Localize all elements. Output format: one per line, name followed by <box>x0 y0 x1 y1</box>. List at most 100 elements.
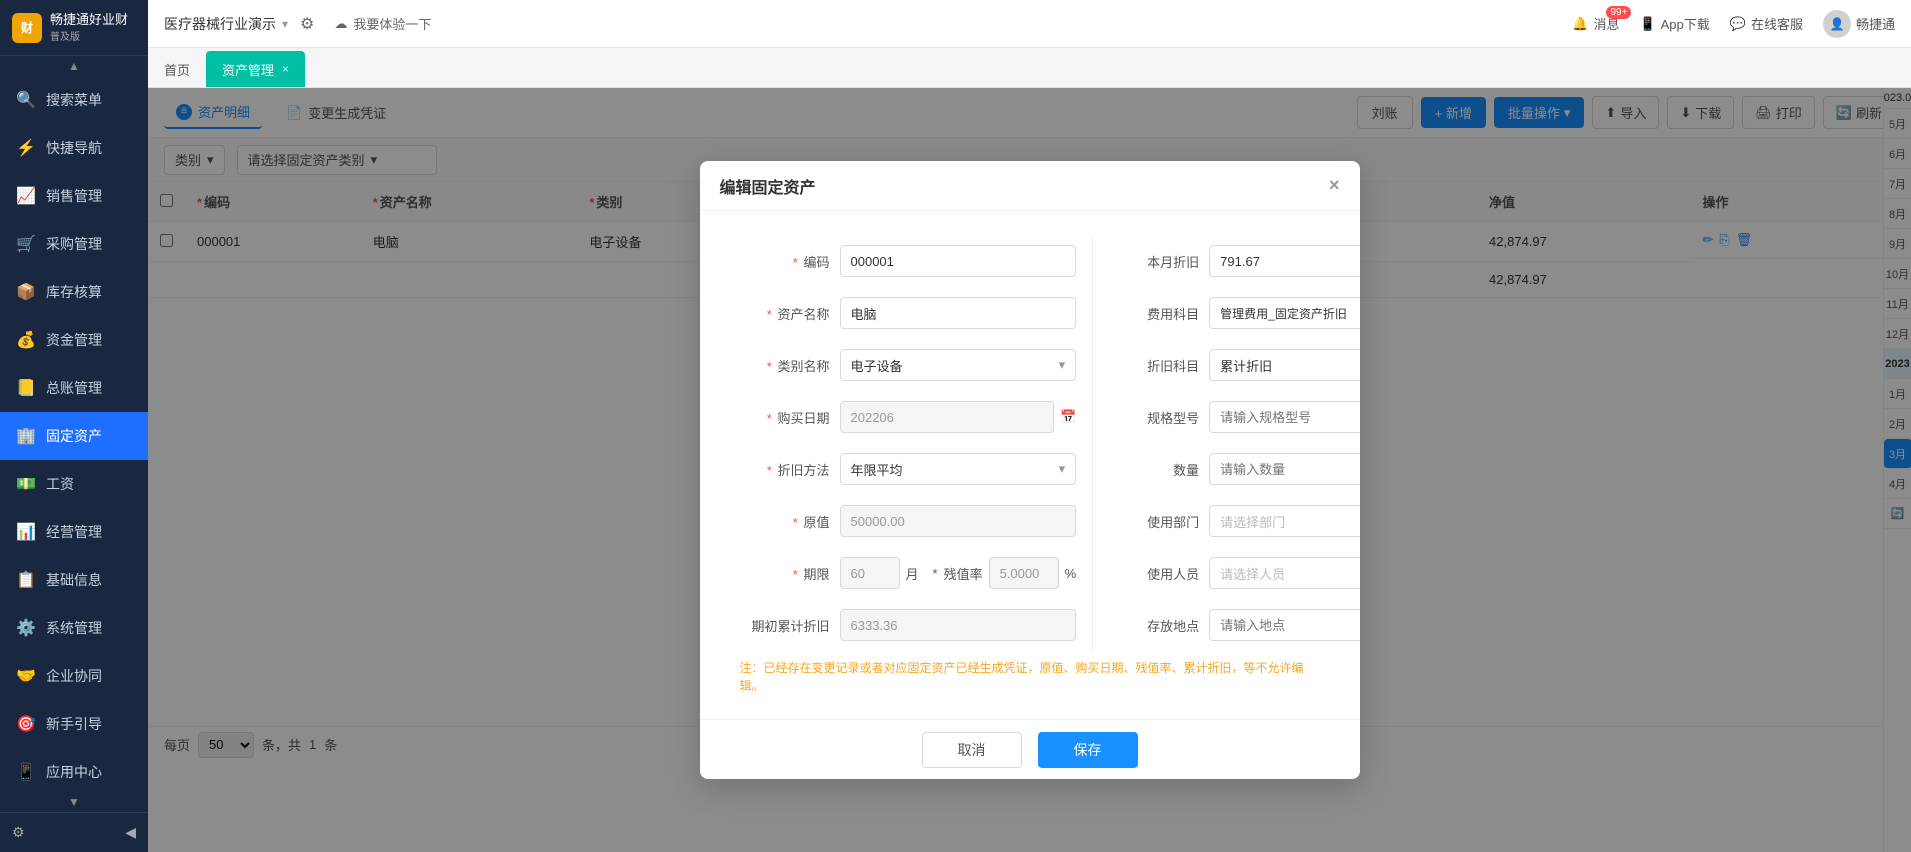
form-row-purchase-date: * 购买日期 📅 <box>724 391 1093 443</box>
basic-info-icon: 📋 <box>16 570 36 590</box>
original-value-input[interactable] <box>840 505 1077 537</box>
user-profile-button[interactable]: 👤 畅捷通 <box>1823 10 1895 38</box>
code-input[interactable] <box>840 245 1077 277</box>
modal-overlay: 编辑固定资产 × * 编码 <box>148 88 1911 852</box>
cancel-button[interactable]: 取消 <box>922 732 1022 768</box>
monthly-dep-label: 本月折旧 <box>1147 255 1199 270</box>
sidebar-item-basic-info[interactable]: 📋 基础信息 <box>0 556 148 604</box>
sidebar-item-search[interactable]: 🔍 搜索菜单 <box>0 76 148 124</box>
settings-icon[interactable]: ⚙ <box>12 824 25 841</box>
initial-dep-input[interactable] <box>840 609 1077 641</box>
funds-icon: 💰 <box>16 330 36 350</box>
spec-label: 规格型号 <box>1147 411 1199 426</box>
modal-header: 编辑固定资产 × <box>700 161 1360 211</box>
sidebar-item-purchase[interactable]: 🛒 采购管理 <box>0 220 148 268</box>
residual-rate-label: 残值率 <box>944 564 983 583</box>
location-input[interactable] <box>1209 609 1359 641</box>
fixed-assets-icon: 🏢 <box>16 426 36 446</box>
modal-body: * 编码 * 资产名称 <box>700 211 1360 719</box>
department-placeholder: 请选择部门 <box>1220 512 1285 531</box>
code-label: 编码 <box>803 255 829 270</box>
period-input[interactable] <box>840 557 900 589</box>
inventory-icon: 📦 <box>16 282 36 302</box>
asset-name-input[interactable] <box>840 297 1077 329</box>
sidebar-item-label: 搜索菜单 <box>46 90 102 110</box>
form-right-col: 本月折旧 费用科目 管理费用_固定资产折旧 <box>1092 235 1359 651</box>
sidebar-item-quick-nav[interactable]: ⚡ 快捷导航 <box>0 124 148 172</box>
location-label: 存放地点 <box>1147 619 1199 634</box>
app-edition: 普及版 <box>50 28 128 43</box>
save-button[interactable]: 保存 <box>1038 732 1138 768</box>
sidebar-item-enterprise[interactable]: 🤝 企业协同 <box>0 652 148 700</box>
main-content: 医疗器械行业演示 ▾ ⚙ ☁ 我要体验一下 🔔 消息 99+ 📱 App下载 💬… <box>148 0 1911 852</box>
sidebar-item-app-center[interactable]: 📱 应用中心 <box>0 748 148 792</box>
quantity-input[interactable] <box>1209 453 1359 485</box>
sidebar-item-system[interactable]: ⚙️ 系统管理 <box>0 604 148 652</box>
tab-close-icon[interactable]: × <box>282 62 289 76</box>
sidebar-item-guide[interactable]: 🎯 新手引导 <box>0 700 148 748</box>
tabs-bar: 首页 资产管理 × <box>148 48 1911 88</box>
sidebar-item-operations[interactable]: 📊 经营管理 <box>0 508 148 556</box>
experience-button[interactable]: ☁ 我要体验一下 <box>334 14 431 33</box>
app-center-icon: 📱 <box>16 762 36 782</box>
tab-asset-management[interactable]: 资产管理 × <box>206 51 305 87</box>
ledger-icon: 📒 <box>16 378 36 398</box>
avatar: 👤 <box>1823 10 1851 38</box>
monthly-dep-input[interactable] <box>1209 245 1359 277</box>
user-select[interactable]: 请选择人员 ▾ <box>1209 557 1359 589</box>
original-value-label: 原值 <box>803 515 829 530</box>
form-row-code: * 编码 <box>724 235 1093 287</box>
calendar-icon[interactable]: 📅 <box>1060 409 1076 425</box>
sidebar-item-label: 固定资产 <box>46 426 102 446</box>
sidebar-item-ledger[interactable]: 📒 总账管理 <box>0 364 148 412</box>
purchase-icon: 🛒 <box>16 234 36 254</box>
tab-home[interactable]: 首页 <box>148 51 206 87</box>
notifications-badge: 99+ <box>1606 6 1631 19</box>
sidebar-item-sales[interactable]: 📈 销售管理 <box>0 172 148 220</box>
form-grid: * 编码 * 资产名称 <box>724 235 1336 651</box>
app-download-button[interactable]: 📱 App下载 <box>1639 14 1709 33</box>
category-select-arrow: ▾ <box>1059 357 1066 373</box>
payroll-icon: 💵 <box>16 474 36 494</box>
sidebar-item-payroll[interactable]: 💵 工资 <box>0 460 148 508</box>
form-row-department: 使用部门 请选择部门 ▾ <box>1093 495 1359 547</box>
depreciation-method-select[interactable]: 年限平均 ▾ <box>840 453 1077 485</box>
sidebar-item-label: 资金管理 <box>46 330 102 350</box>
sidebar-scroll-down[interactable]: ▼ <box>0 792 148 812</box>
sidebar-item-label: 总账管理 <box>46 378 102 398</box>
collapse-icon[interactable]: ◀ <box>125 824 136 841</box>
sidebar-item-label: 采购管理 <box>46 234 102 254</box>
user-name: 畅捷通 <box>1856 14 1895 33</box>
initial-dep-label: 期初累计折旧 <box>751 619 829 634</box>
form-row-initial-dep: 期初累计折旧 <box>724 599 1093 651</box>
department-select[interactable]: 请选择部门 ▾ <box>1209 505 1359 537</box>
category-label: 类别名称 <box>777 359 829 374</box>
sidebar-item-fixed-assets[interactable]: 🏢 固定资产 <box>0 412 148 460</box>
department-label: 使用部门 <box>1147 515 1199 530</box>
header-right: 🔔 消息 99+ 📱 App下载 💬 在线客服 👤 畅捷通 <box>1572 10 1895 38</box>
company-chevron-icon[interactable]: ▾ <box>282 17 288 31</box>
sidebar-scroll-up[interactable]: ▲ <box>0 56 148 76</box>
residual-rate-input[interactable] <box>989 557 1059 589</box>
notifications-button[interactable]: 🔔 消息 99+ <box>1572 14 1619 33</box>
dep-category-select[interactable]: 累计折旧 ▾ <box>1209 349 1359 381</box>
customer-service-button[interactable]: 💬 在线客服 <box>1730 14 1803 33</box>
form-row-location: 存放地点 <box>1093 599 1359 651</box>
purchase-date-input[interactable] <box>840 401 1054 433</box>
category-select[interactable]: 电子设备 ▾ <box>840 349 1077 381</box>
dep-category-value: 累计折旧 <box>1220 356 1272 375</box>
experience-label: 我要体验一下 <box>353 14 431 33</box>
spec-input[interactable] <box>1209 401 1359 433</box>
sidebar-item-funds[interactable]: 💰 资金管理 <box>0 316 148 364</box>
modal-close-button[interactable]: × <box>1329 175 1340 196</box>
form-row-asset-name: * 资产名称 <box>724 287 1093 339</box>
form-row-dep-category: 折旧科目 累计折旧 ▾ <box>1093 339 1359 391</box>
depreciation-method-value: 年限平均 <box>851 460 903 479</box>
tab-home-label: 首页 <box>164 60 190 79</box>
sidebar-item-inventory[interactable]: 📦 库存核算 <box>0 268 148 316</box>
expense-category-select[interactable]: 管理费用_固定资产折旧 ▾ <box>1209 297 1359 329</box>
settings-button[interactable]: ⚙ <box>300 14 314 34</box>
depreciation-method-label: 折旧方法 <box>777 463 829 478</box>
top-header: 医疗器械行业演示 ▾ ⚙ ☁ 我要体验一下 🔔 消息 99+ 📱 App下载 💬… <box>148 0 1911 48</box>
enterprise-icon: 🤝 <box>16 666 36 686</box>
